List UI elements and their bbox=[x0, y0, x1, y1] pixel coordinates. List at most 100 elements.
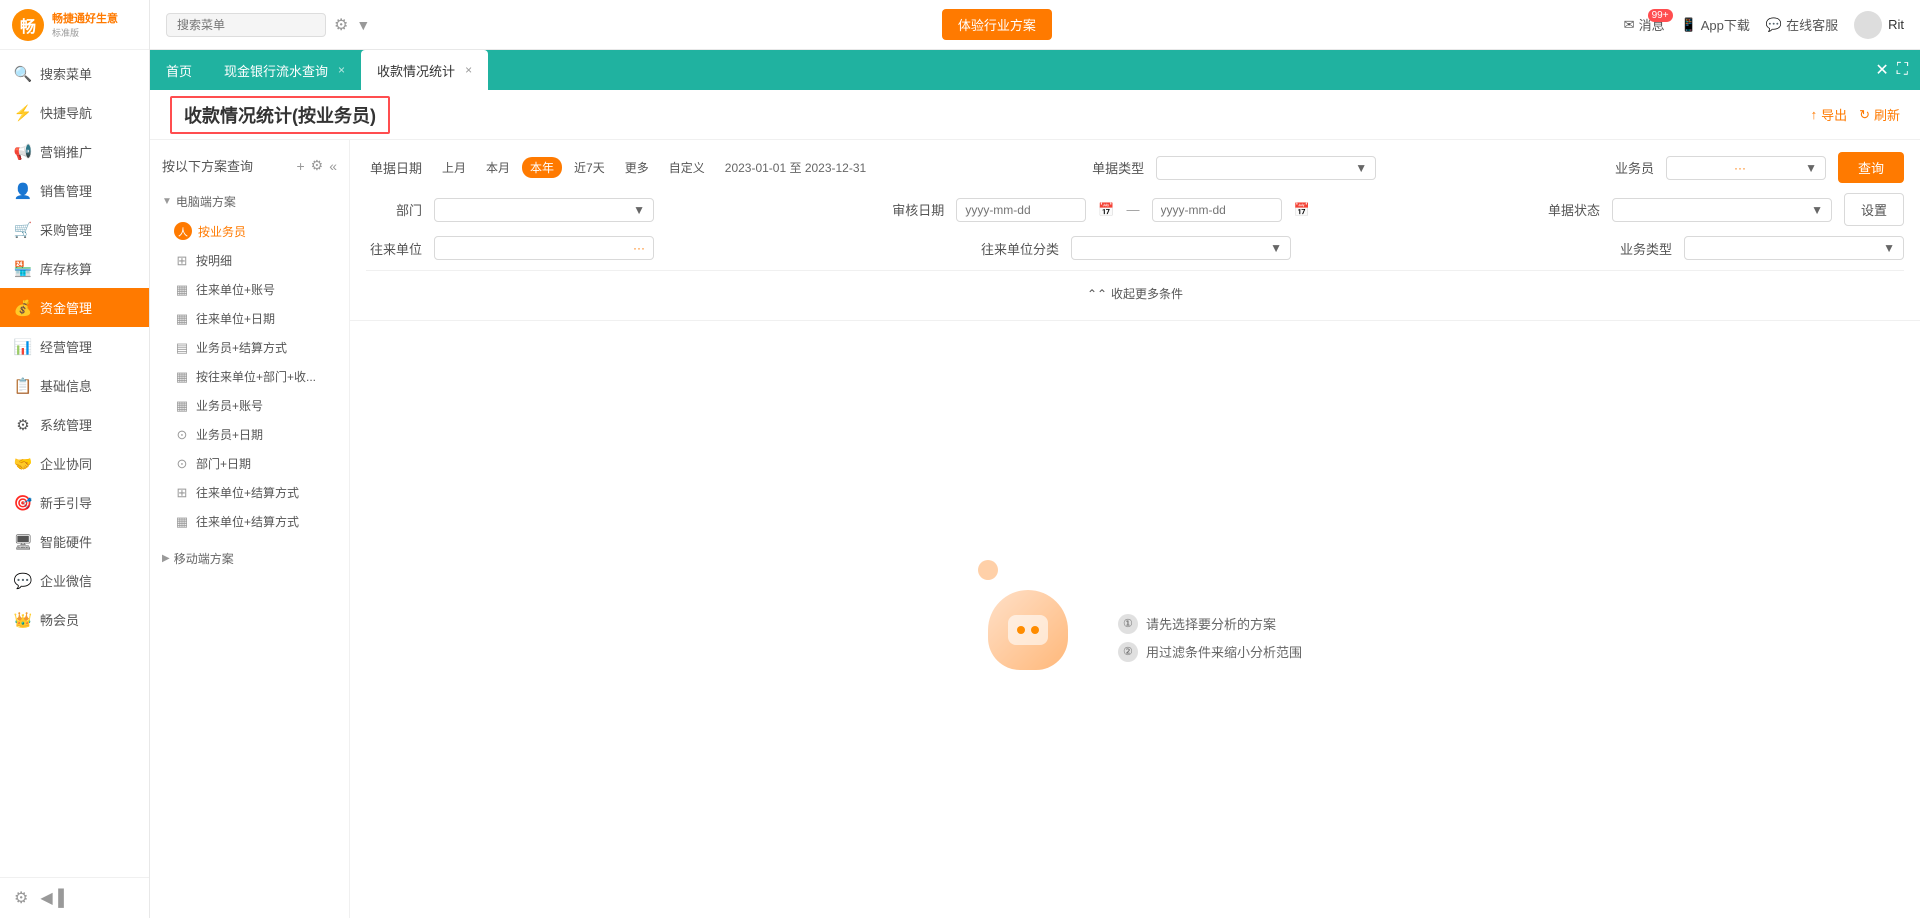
scheme-group-mobile-header[interactable]: ▶ 移动端方案 bbox=[150, 544, 349, 573]
salesperson-dropdown-icon: ▼ bbox=[1805, 161, 1817, 175]
sidebar-item-quick-nav[interactable]: ⚡ 快捷导航 bbox=[0, 93, 149, 132]
tab-bank-flow-close[interactable]: × bbox=[338, 63, 345, 77]
sidebar-settings-icon[interactable]: ⚙ bbox=[14, 888, 28, 908]
sales-icon: 👤 bbox=[14, 182, 32, 200]
sidebar-item-label: 营销推广 bbox=[40, 142, 92, 161]
sidebar-item-guide[interactable]: 🎯 新手引导 bbox=[0, 483, 149, 522]
scheme-collapse-icon[interactable]: « bbox=[329, 158, 337, 174]
date-tab-this-month[interactable]: 本月 bbox=[478, 157, 518, 178]
partner-category-label: 往来单位分类 bbox=[979, 239, 1059, 258]
scheme-settings-icon[interactable]: ⚙ bbox=[311, 157, 324, 174]
date-tab-7days[interactable]: 近7天 bbox=[566, 157, 613, 178]
sidebar-item-basic-info[interactable]: 📋 基础信息 bbox=[0, 366, 149, 405]
scheme-item-partner-settlement2[interactable]: ▦ 往来单位+结算方式 bbox=[150, 507, 349, 536]
sidebar-item-inventory[interactable]: 🏪 库存核算 bbox=[0, 249, 149, 288]
biz-type-dropdown-icon: ▼ bbox=[1883, 241, 1895, 255]
app-icon: 📱 bbox=[1681, 17, 1697, 33]
page-title: 收款情况统计(按业务员) bbox=[170, 96, 390, 134]
scheme-item-dept-date[interactable]: ⊙ 部门+日期 bbox=[150, 449, 349, 478]
tab-bank-flow[interactable]: 现金银行流水查询 × bbox=[208, 50, 361, 90]
scheme-item-partner-date[interactable]: ▦ 往来单位+日期 bbox=[150, 304, 349, 333]
scheme-item-salesperson-account[interactable]: ▦ 业务员+账号 bbox=[150, 391, 349, 420]
dept-dropdown-icon: ▼ bbox=[633, 203, 645, 217]
collapse-more-btn[interactable]: ⌃⌃ 收起更多条件 bbox=[1081, 279, 1189, 308]
date-tab-more[interactable]: 更多 bbox=[617, 157, 657, 178]
page-title-actions: ↑ 导出 ↻ 刷新 bbox=[1811, 105, 1900, 124]
sidebar-collapse-icon[interactable]: ◀▐ bbox=[40, 888, 64, 908]
sidebar-item-operation[interactable]: 📊 经营管理 bbox=[0, 327, 149, 366]
trial-btn[interactable]: 体验行业方案 bbox=[942, 9, 1052, 40]
export-btn[interactable]: ↑ 导出 bbox=[1811, 105, 1848, 124]
tab-home[interactable]: 首页 bbox=[150, 50, 208, 90]
sidebar-item-label: 销售管理 bbox=[40, 181, 92, 200]
search-menu-input[interactable] bbox=[166, 13, 326, 37]
robot-face bbox=[1008, 615, 1048, 645]
tab-fullscreen-icon[interactable]: ⛶ bbox=[1897, 61, 1908, 79]
left-panel: 按以下方案查询 + ⚙ « ▼ 电脑端方案 人 按业务员 bbox=[150, 140, 350, 918]
date-tab-custom[interactable]: 自定义 bbox=[661, 157, 713, 178]
salesperson-select[interactable]: ··· ▼ bbox=[1666, 156, 1826, 180]
tab-receipt-stats[interactable]: 收款情况统计 × bbox=[361, 50, 488, 90]
sidebar-item-smart-hw[interactable]: 🖥 智能硬件 bbox=[0, 522, 149, 561]
finance-icon: 💰 bbox=[14, 299, 32, 317]
header-dropdown-icon[interactable]: ▼ bbox=[356, 17, 370, 33]
scheme-group-desktop-header[interactable]: ▼ 电脑端方案 bbox=[150, 187, 349, 216]
doc-status-select[interactable]: ▼ bbox=[1612, 198, 1832, 222]
date-tab-this-year[interactable]: 本年 bbox=[522, 157, 562, 178]
table5-icon: ▦ bbox=[174, 514, 190, 530]
sidebar-item-search-menu[interactable]: 🔍 搜索菜单 bbox=[0, 54, 149, 93]
scheme-add-icon[interactable]: + bbox=[296, 158, 304, 174]
sidebar-item-member[interactable]: 👑 畅会员 bbox=[0, 600, 149, 639]
smart-hw-icon: 🖥 bbox=[14, 533, 32, 551]
grid-icon: ⊞ bbox=[174, 485, 190, 501]
calendar-to-icon[interactable]: 📅 bbox=[1294, 202, 1310, 218]
sidebar-item-sales[interactable]: 👤 销售管理 bbox=[0, 171, 149, 210]
user-profile[interactable]: Rit bbox=[1854, 11, 1904, 39]
sidebar-item-marketing[interactable]: 📢 营销推广 bbox=[0, 132, 149, 171]
settings-btn[interactable]: 设置 bbox=[1844, 193, 1904, 226]
tab-close-all-icon[interactable]: ✕ bbox=[1875, 60, 1888, 80]
tab-receipt-stats-close[interactable]: × bbox=[465, 63, 472, 77]
calendar-from-icon[interactable]: 📅 bbox=[1098, 202, 1114, 218]
operation-icon: 📊 bbox=[14, 338, 32, 356]
service-label: 在线客服 bbox=[1786, 15, 1838, 34]
table-icon: ▦ bbox=[174, 282, 190, 298]
biz-type-select[interactable]: ▼ bbox=[1684, 236, 1904, 260]
partner-select[interactable]: ··· bbox=[434, 236, 654, 260]
sidebar-item-finance[interactable]: 💰 资金管理 bbox=[0, 288, 149, 327]
refresh-btn[interactable]: ↻ 刷新 bbox=[1859, 105, 1900, 124]
message-btn[interactable]: ✉ 消息 99+ bbox=[1624, 15, 1665, 34]
approval-date-to[interactable] bbox=[1152, 198, 1282, 222]
scheme-item-partner-account[interactable]: ▦ 往来单位+账号 bbox=[150, 275, 349, 304]
salesperson-more-icon[interactable]: ··· bbox=[1734, 161, 1746, 175]
sidebar-item-system[interactable]: ⚙ 系统管理 bbox=[0, 405, 149, 444]
empty-illustration bbox=[968, 550, 1088, 670]
scheme-item-label: 往来单位+结算方式 bbox=[196, 484, 299, 501]
scheme-item-salesperson-date[interactable]: ⊙ 业务员+日期 bbox=[150, 420, 349, 449]
scheme-item-partner-dept[interactable]: ▦ 按往来单位+部门+收... bbox=[150, 362, 349, 391]
header-right: ✉ 消息 99+ 📱 App下载 💬 在线客服 Rit bbox=[1624, 11, 1904, 39]
scheme-item-detail[interactable]: ⊞ 按明细 bbox=[150, 246, 349, 275]
approval-date-from[interactable] bbox=[956, 198, 1086, 222]
inventory-icon: 🏪 bbox=[14, 260, 32, 278]
scheme-item-partner-settlement1[interactable]: ⊞ 往来单位+结算方式 bbox=[150, 478, 349, 507]
query-btn[interactable]: 查询 bbox=[1838, 152, 1904, 183]
sidebar-item-enterprise[interactable]: 🤝 企业协同 bbox=[0, 444, 149, 483]
partner-more-icon[interactable]: ··· bbox=[633, 241, 645, 255]
sidebar-item-wechat[interactable]: 💬 企业微信 bbox=[0, 561, 149, 600]
refresh-icon: ↻ bbox=[1859, 107, 1870, 123]
app-download-btn[interactable]: 📱 App下载 bbox=[1681, 15, 1750, 34]
sidebar-item-purchase[interactable]: 🛒 采购管理 bbox=[0, 210, 149, 249]
doc-type-select[interactable]: ▼ bbox=[1156, 156, 1376, 180]
partner-category-select[interactable]: ▼ bbox=[1071, 236, 1291, 260]
scheme-item-by-salesperson[interactable]: 人 按业务员 bbox=[150, 216, 349, 246]
date-tab-last-month[interactable]: 上月 bbox=[434, 157, 474, 178]
group-arrow-icon: ▼ bbox=[162, 196, 172, 207]
scheme-item-salesperson-settlement[interactable]: ▤ 业务员+结算方式 bbox=[150, 333, 349, 362]
header-gear-icon[interactable]: ⚙ bbox=[334, 15, 348, 35]
member-icon: 👑 bbox=[14, 611, 32, 629]
online-service-btn[interactable]: 💬 在线客服 bbox=[1766, 15, 1838, 34]
scheme-item-label: 往来单位+日期 bbox=[196, 310, 275, 327]
dept-select[interactable]: ▼ bbox=[434, 198, 654, 222]
scheme-group-mobile-label: 移动端方案 bbox=[174, 550, 234, 567]
